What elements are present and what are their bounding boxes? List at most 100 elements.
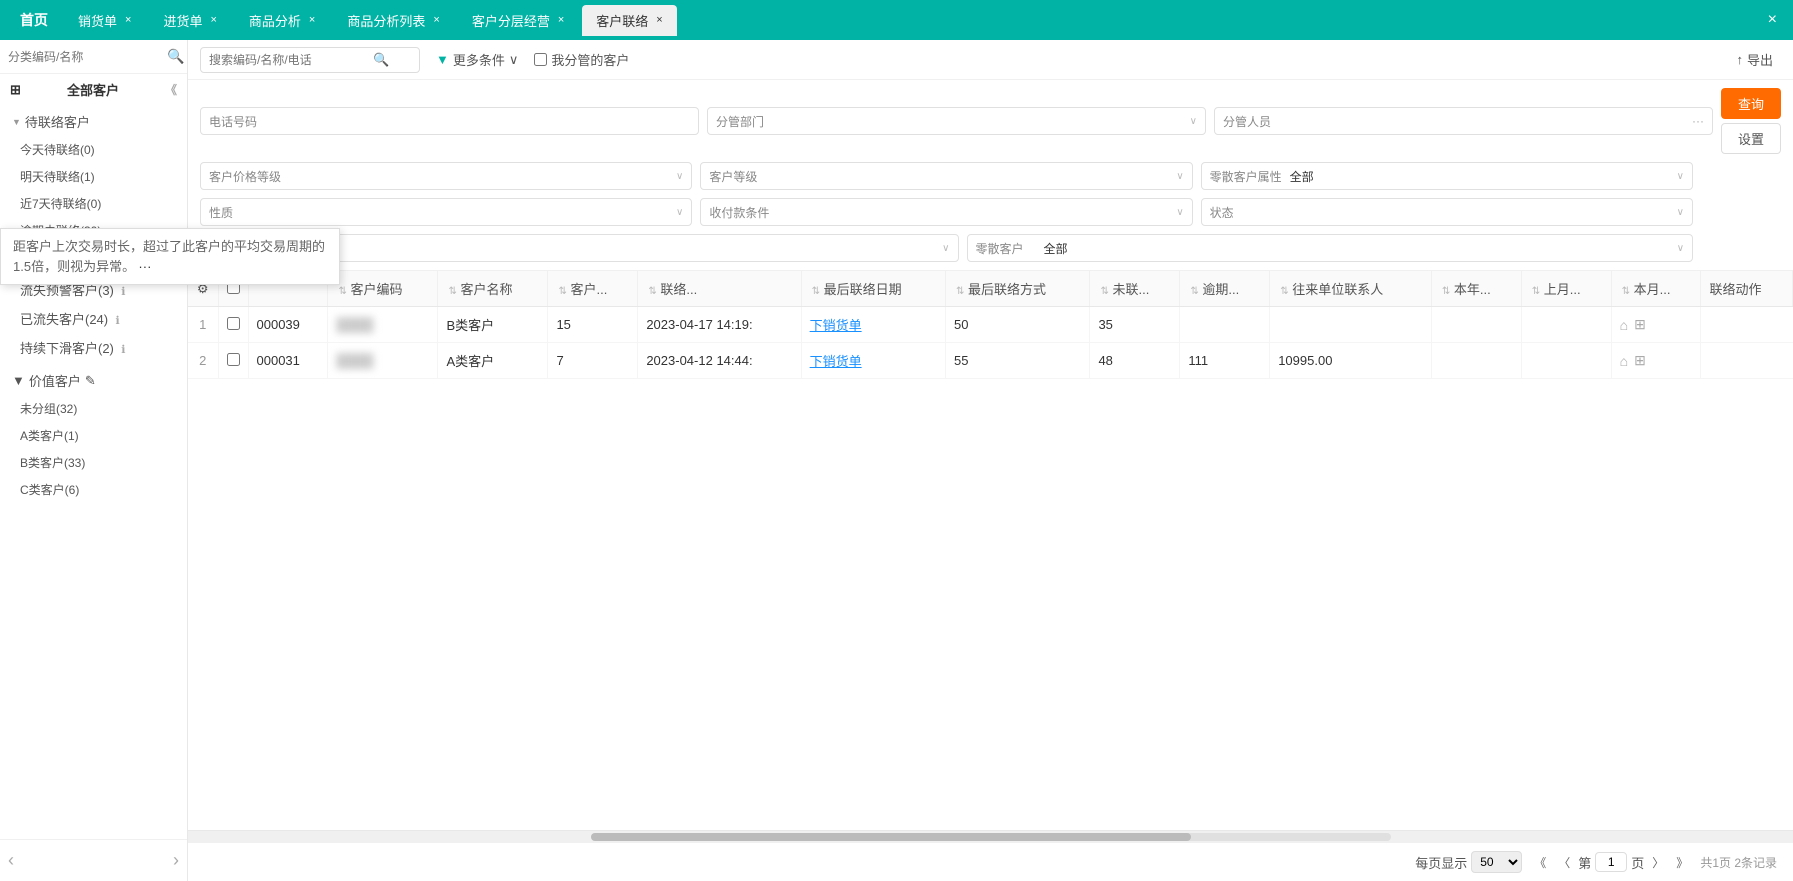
this-month-col-header[interactable]: ⇅ 本月... — [1611, 271, 1701, 307]
b-class-item[interactable]: B类客户(33) — [0, 449, 187, 476]
sidebar-left-arrow[interactable]: ‹ — [8, 850, 14, 871]
a-class-item[interactable]: A类客户(1) — [0, 422, 187, 449]
sidebar-search-icon[interactable]: 🔍 — [167, 48, 184, 65]
search-input[interactable] — [209, 53, 369, 67]
last-contact-date-col-header[interactable]: ⇅ 最后联络日期 — [801, 271, 945, 307]
customer-type-field: 客户类型 ∨ — [232, 234, 959, 262]
nav-item-sales[interactable]: 销货单 × — [64, 5, 145, 36]
export-icon: ↑ — [1736, 52, 1743, 67]
retail-customer-field: 零散客户 全部 ∨ — [967, 234, 1694, 262]
close-analysis-list-icon[interactable]: × — [433, 14, 439, 26]
scrollbar-thumb[interactable] — [591, 833, 1191, 841]
code-cell-1[interactable]: 000031 — [248, 343, 328, 379]
first-page-button[interactable]: 《 — [1530, 852, 1550, 873]
filter-row-3: 性质 ∨ 收付款条件 ∨ 状态 ∨ — [200, 198, 1781, 226]
category-col-header[interactable]: ⇅ 客户... — [548, 271, 638, 307]
page-number-input[interactable] — [1595, 852, 1627, 872]
edit-icon[interactable]: ✎ — [85, 373, 96, 389]
export-button[interactable]: ↑ 导出 — [1728, 46, 1781, 73]
grid-action-icon-1[interactable]: ⊞ — [1634, 352, 1646, 369]
contact-cell-0: 15 — [548, 307, 638, 343]
name-col-header[interactable]: ⇅ 客户名称 — [438, 271, 548, 307]
price-grade-field: 客户价格等级 ∨ — [200, 162, 692, 190]
close-customer-tier-icon[interactable]: × — [558, 14, 564, 26]
code-cell-0[interactable]: 000039 — [248, 307, 328, 343]
last-contact-method-col-header[interactable]: ⇅ 最后联络方式 — [946, 271, 1090, 307]
close-sales-icon[interactable]: × — [125, 14, 131, 26]
contact-col-header[interactable]: ⇅ 联络... — [638, 271, 801, 307]
settings-button[interactable]: 设置 — [1721, 123, 1781, 154]
filter-row-4: ··· 客户类型 ∨ 零散客户 全部 ∨ — [200, 234, 1781, 262]
value-customer-section: ▼ 价值客户 ✎ 未分组(32) A类客户(1) B类客户(33) C类客户(6… — [0, 362, 187, 507]
nav-item-customer-tier[interactable]: 客户分层经营 × — [458, 5, 578, 36]
grid-action-icon-0[interactable]: ⊞ — [1634, 316, 1646, 333]
customer-table: ⚙ ⇅ 客户编码 ⇅ 客户名称 ⇅ 客户... ⇅ 联络... ⇅ 最后联络日期… — [188, 271, 1793, 379]
last-page-button[interactable]: 》 — [1672, 852, 1692, 873]
overdue-col-header[interactable]: ⇅ 逾期... — [1180, 271, 1270, 307]
action-cell-0: ⌂ ⊞ — [1611, 307, 1701, 343]
lost-info-icon[interactable]: ℹ — [115, 315, 119, 327]
row-checkbox-1[interactable] — [227, 353, 240, 366]
person-field: 分管人员 ··· — [1214, 107, 1713, 135]
unit-contact-cell-0 — [1180, 307, 1270, 343]
nav-item-analysis[interactable]: 商品分析 × — [235, 5, 329, 36]
chevron-down-icon: ∨ — [509, 52, 519, 68]
close-analysis-icon[interactable]: × — [309, 14, 315, 26]
filter-more-button[interactable]: ▼ 更多条件 ∨ — [428, 46, 526, 73]
value-customer-title[interactable]: ▼ 价值客户 ✎ — [0, 366, 187, 395]
per-page-select[interactable]: 20 50 100 — [1471, 851, 1522, 873]
retail-attr-chevron: ∨ — [1677, 171, 1684, 182]
declining-info-icon[interactable]: ℹ — [121, 344, 125, 356]
nav-item-analysis-list[interactable]: 商品分析列表 × — [333, 5, 453, 36]
nav-item-purchase[interactable]: 进货单 × — [149, 5, 230, 36]
table-row: 2 000031 ████ A类客户 7 2023-04-12 14:44: 下… — [188, 343, 1793, 379]
nav-item-customer-contact[interactable]: 客户联络 × — [582, 5, 676, 36]
my-customer-checkbox[interactable] — [534, 53, 547, 66]
close-purchase-icon[interactable]: × — [210, 14, 216, 26]
week-contact[interactable]: 近7天待联络(0) — [0, 190, 187, 217]
close-window-button[interactable]: × — [1760, 7, 1785, 32]
lost-customer-item[interactable]: 已流失客户(24) ℹ — [0, 304, 187, 333]
nav-item-home[interactable]: 首页 — [8, 4, 60, 36]
sidebar-collapse-button[interactable]: 《 — [165, 81, 177, 98]
filter-row-2: 客户价格等级 ∨ 客户等级 ∨ 零散客户属性 全部 ∨ — [200, 162, 1781, 190]
declining-item[interactable]: 持续下滑客户(2) ℹ — [0, 333, 187, 362]
sidebar-right-arrow[interactable]: › — [173, 850, 179, 871]
code-col-header[interactable]: ⇅ 客户编码 — [328, 271, 438, 307]
ungroupe-item[interactable]: 未分组(32) — [0, 395, 187, 422]
this-year-col-header[interactable]: ⇅ 本年... — [1431, 271, 1521, 307]
horizontal-scrollbar[interactable] — [188, 830, 1793, 842]
link-icon-0[interactable]: ⌂ — [1620, 317, 1628, 333]
prev-page-button[interactable]: 〈 — [1554, 852, 1574, 873]
my-customer-checkbox-wrapper[interactable]: 我分管的客户 — [534, 50, 629, 69]
all-customers-header[interactable]: ⊞ 全部客户 《 — [0, 74, 187, 105]
today-contact[interactable]: 今天待联络(0) — [0, 136, 187, 163]
search-icon[interactable]: 🔍 — [373, 52, 389, 68]
unreached-cell-1: 55 — [946, 343, 1090, 379]
last-method-link-0[interactable]: 下销货单 — [810, 318, 862, 333]
last-date-cell-0: 2023-04-17 14:19: — [638, 307, 801, 343]
person-more-icon[interactable]: ··· — [1692, 114, 1704, 128]
this-year-cell-0 — [1270, 307, 1432, 343]
link-icon-1[interactable]: ⌂ — [1620, 353, 1628, 369]
unit-contact-col-header[interactable]: ⇅ 往来单位联系人 — [1270, 271, 1432, 307]
row-checkbox-0[interactable] — [227, 317, 240, 330]
next-page-button[interactable]: 〉 — [1648, 852, 1668, 873]
close-customer-contact-icon[interactable]: × — [656, 14, 662, 26]
status-chevron: ∨ — [1677, 207, 1684, 218]
query-button[interactable]: 查询 — [1721, 88, 1781, 119]
last-month-col-header[interactable]: ⇅ 上月... — [1521, 271, 1611, 307]
unreached-col-header[interactable]: ⇅ 未联... — [1090, 271, 1180, 307]
c-class-item[interactable]: C类客户(6) — [0, 476, 187, 503]
this-year-cell-1: 10995.00 — [1270, 343, 1432, 379]
sidebar-search-input[interactable] — [8, 50, 163, 64]
waiting-contact-title[interactable]: 待联络客户 — [0, 107, 187, 136]
gender-field: 性质 ∨ — [200, 198, 692, 226]
tomorrow-contact[interactable]: 明天待联络(1) — [0, 163, 187, 190]
loss-warning-info-icon[interactable]: ℹ — [121, 286, 125, 298]
name-blurred-0: ████ — [336, 317, 373, 332]
last-month-cell-1 — [1431, 343, 1521, 379]
action-col-header: 联络动作 — [1701, 271, 1793, 307]
overdue-cell-1: 48 — [1090, 343, 1180, 379]
last-method-link-1[interactable]: 下销货单 — [810, 354, 862, 369]
